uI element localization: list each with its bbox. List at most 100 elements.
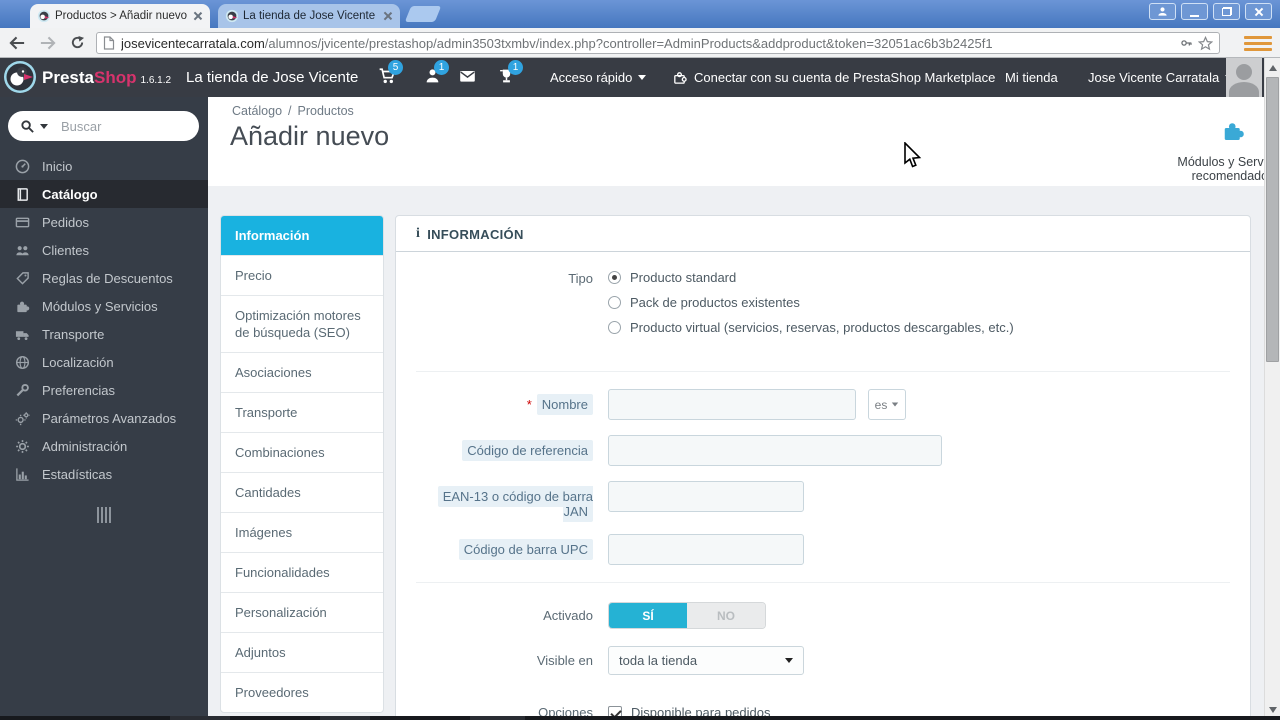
- visible-select[interactable]: toda la tienda: [608, 646, 804, 675]
- tab-title: La tienda de Jose Vicente: [243, 10, 376, 22]
- radio-icon[interactable]: [608, 271, 621, 284]
- my-shop-link[interactable]: Mi tienda: [1005, 70, 1058, 85]
- tab-adjuntos[interactable]: Adjuntos: [221, 633, 383, 673]
- upc-input[interactable]: [608, 534, 804, 565]
- sidebar-search[interactable]: Buscar: [8, 111, 199, 141]
- address-bar[interactable]: josevicentecarratala.com/alumnos/jvicent…: [96, 32, 1220, 54]
- carts-indicator[interactable]: 5: [378, 60, 403, 88]
- close-window-button[interactable]: [1245, 3, 1272, 20]
- breadcrumb-catalogo[interactable]: Catálogo: [232, 104, 282, 118]
- sidebar-item-modulos[interactable]: Módulos y Servicios: [0, 292, 208, 320]
- sidebar-item-administracion[interactable]: Administración: [0, 432, 208, 460]
- nombre-label: Nombre: [536, 394, 593, 415]
- reload-icon: [71, 35, 84, 49]
- tab-imagenes[interactable]: Imágenes: [221, 513, 383, 553]
- browser-tab-active[interactable]: Productos > Añadir nuevo: [30, 4, 210, 28]
- sidebar-item-reglas-descuentos[interactable]: Reglas de Descuentos: [0, 264, 208, 292]
- close-icon[interactable]: [193, 11, 203, 21]
- ean-input[interactable]: [608, 481, 804, 512]
- mouse-cursor: [904, 142, 922, 168]
- referencia-field-row: Código de referencia: [416, 435, 1230, 466]
- scroll-up-icon[interactable]: [1269, 65, 1277, 71]
- tab-personalizacion[interactable]: Personalización: [221, 593, 383, 633]
- envelope-icon: [460, 70, 475, 82]
- sidebar-item-parametros-avanzados[interactable]: Parámetros Avanzados: [0, 404, 208, 432]
- sidebar-item-catalogo[interactable]: Catálogo: [0, 180, 208, 208]
- sidebar-item-pedidos[interactable]: Pedidos: [0, 208, 208, 236]
- search-input[interactable]: Buscar: [61, 119, 101, 134]
- tab-precio[interactable]: Precio: [221, 256, 383, 296]
- tab-cantidades[interactable]: Cantidades: [221, 473, 383, 513]
- sidebar-item-label: Administración: [42, 438, 128, 454]
- sidebar-item-localizacion[interactable]: Localización: [0, 348, 208, 376]
- reload-button[interactable]: [64, 31, 90, 55]
- sidebar-item-preferencias[interactable]: Preferencias: [0, 376, 208, 404]
- tab-informacion[interactable]: Información: [221, 216, 383, 256]
- marketplace-link[interactable]: Conectar con su cuenta de PrestaShop Mar…: [672, 70, 995, 85]
- page-scrollbar[interactable]: [1264, 58, 1280, 720]
- info-icon: i: [416, 226, 421, 241]
- quick-access-menu[interactable]: Acceso rápido: [550, 70, 647, 85]
- referencia-input[interactable]: [608, 435, 942, 466]
- shop-name-link[interactable]: La tienda de Jose Vicente: [186, 69, 358, 86]
- new-tab-button[interactable]: [404, 6, 442, 22]
- user-menu[interactable]: Jose Vicente Carratala: [1088, 70, 1234, 85]
- tab-combinaciones[interactable]: Combinaciones: [221, 433, 383, 473]
- tab-seo[interactable]: Optimización motores de búsqueda (SEO): [221, 296, 383, 353]
- cogs-icon: [14, 411, 31, 426]
- quick-access-label: Acceso rápido: [550, 70, 633, 85]
- browser-tab-inactive[interactable]: La tienda de Jose Vicente: [218, 4, 400, 28]
- radio-pack-productos[interactable]: Pack de productos existentes: [608, 295, 1014, 310]
- radio-producto-virtual[interactable]: Producto virtual (servicios, reservas, p…: [608, 320, 1014, 335]
- toggle-yes[interactable]: SÍ: [609, 603, 687, 628]
- language-selector-button[interactable]: es: [868, 389, 906, 420]
- url-text: josevicentecarratala.com/alumnos/jvicent…: [121, 36, 1180, 51]
- tab-transporte[interactable]: Transporte: [221, 393, 383, 433]
- activado-toggle[interactable]: SÍ NO: [608, 602, 766, 629]
- close-icon[interactable]: [383, 11, 393, 21]
- scroll-down-icon[interactable]: [1269, 707, 1277, 713]
- restore-icon: [1221, 7, 1232, 16]
- nombre-input[interactable]: [608, 389, 856, 420]
- key-icon[interactable]: [1180, 36, 1193, 50]
- sidebar-item-label: Catálogo: [42, 186, 98, 202]
- scrollbar-thumb[interactable]: [1266, 77, 1279, 362]
- toggle-no[interactable]: NO: [687, 603, 765, 628]
- sidebar-item-estadisticas[interactable]: Estadísticas: [0, 460, 208, 488]
- radio-icon[interactable]: [608, 296, 621, 309]
- tab-proveedores[interactable]: Proveedores: [221, 673, 383, 712]
- minimize-icon: [1190, 14, 1199, 17]
- sidebar-collapse-handle-icon[interactable]: [0, 507, 208, 523]
- tab-funcionalidades[interactable]: Funcionalidades: [221, 553, 383, 593]
- restore-button[interactable]: [1213, 3, 1240, 20]
- recommended-modules-button[interactable]: Módulos y Servicios recomendados: [1148, 119, 1280, 183]
- trophy-badge: 1: [508, 60, 523, 75]
- brand-wordmark: PrestaShop 1.6.1.2: [42, 68, 171, 88]
- prestashop-logo: [3, 60, 37, 97]
- breadcrumb-productos[interactable]: Productos: [298, 104, 354, 118]
- search-scope-caret-icon[interactable]: [40, 123, 48, 129]
- bookmark-star-icon[interactable]: [1198, 35, 1213, 51]
- sidebar-item-label: Módulos y Servicios: [42, 298, 158, 314]
- profile-button[interactable]: [1149, 3, 1176, 20]
- tipo-label: Tipo: [568, 271, 593, 286]
- back-icon: [8, 36, 24, 49]
- minimize-button[interactable]: [1181, 3, 1208, 20]
- radio-icon[interactable]: [608, 321, 621, 334]
- back-button[interactable]: [4, 31, 30, 55]
- radio-producto-standard[interactable]: Producto standard: [608, 270, 1014, 285]
- avatar[interactable]: [1226, 58, 1262, 97]
- achievements-indicator[interactable]: 1: [498, 60, 523, 88]
- gear-icon: [14, 439, 31, 454]
- sidebar-item-transporte[interactable]: Transporte: [0, 320, 208, 348]
- sidebar-item-clientes[interactable]: Clientes: [0, 236, 208, 264]
- chrome-menu-button[interactable]: [1244, 33, 1272, 53]
- close-icon: [1254, 7, 1264, 17]
- browser-toolbar: josevicentecarratala.com/alumnos/jvicent…: [0, 28, 1280, 58]
- messages-indicator[interactable]: [458, 67, 477, 88]
- radio-label: Producto virtual (servicios, reservas, p…: [630, 320, 1014, 335]
- sidebar-item-inicio[interactable]: Inicio: [0, 152, 208, 180]
- tab-asociaciones[interactable]: Asociaciones: [221, 353, 383, 393]
- customers-indicator[interactable]: 1: [424, 60, 449, 88]
- forward-button[interactable]: [34, 31, 60, 55]
